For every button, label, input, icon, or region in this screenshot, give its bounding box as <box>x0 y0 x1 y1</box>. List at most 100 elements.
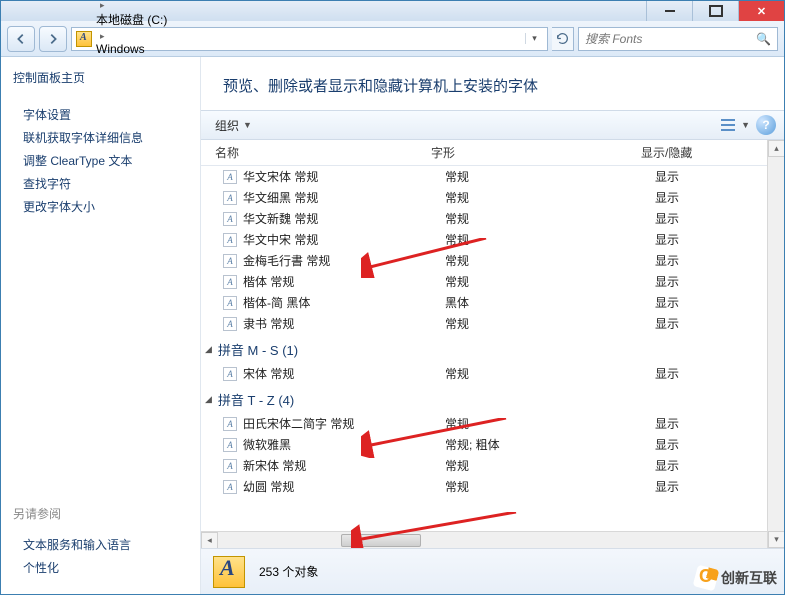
breadcrumb-item[interactable]: 本地磁盘 (C:) <box>96 11 167 28</box>
font-name: 宋体 常规 <box>243 365 445 382</box>
sidebar-link[interactable]: 字体设置 <box>23 106 188 123</box>
nav-toolbar: 计算机▸本地磁盘 (C:)▸Windows▸Fonts▸ ▾ 🔍 <box>1 21 784 57</box>
col-style-header[interactable]: 字形 <box>431 144 641 161</box>
main-pane: 预览、删除或者显示和隐藏计算机上安装的字体 组织 ▼ ▼ ? 名称 <box>201 57 784 594</box>
sidebar-link[interactable]: 联机获取字体详细信息 <box>23 129 188 146</box>
font-file-icon: A <box>223 459 237 473</box>
chevron-down-icon[interactable]: ▼ <box>741 120 750 130</box>
address-dropdown-icon[interactable]: ▾ <box>525 33 543 44</box>
horizontal-scrollbar[interactable]: ◂ ▸ <box>201 531 784 548</box>
maximize-button[interactable] <box>692 1 738 21</box>
font-file-icon: A <box>223 296 237 310</box>
organize-label: 组织 <box>215 117 239 134</box>
page-heading: 预览、删除或者显示和隐藏计算机上安装的字体 <box>201 57 784 110</box>
fonts-window: 计算机▸本地磁盘 (C:)▸Windows▸Fonts▸ ▾ 🔍 控制面板主页 … <box>0 0 785 595</box>
see-also-label: 另请参阅 <box>13 505 188 522</box>
font-file-icon: A <box>223 212 237 226</box>
font-name: 华文细黑 常规 <box>243 189 445 206</box>
font-row[interactable]: A华文中宋 常规常规显示 <box>201 229 784 250</box>
font-style: 黑体 <box>445 294 655 311</box>
group-header[interactable]: ◢拼音 M - S (1) <box>201 334 784 363</box>
font-name: 田氏宋体二简字 常规 <box>243 415 445 432</box>
font-file-icon: A <box>223 317 237 331</box>
font-row[interactable]: A隶书 常规常规显示 <box>201 313 784 334</box>
scroll-down-icon[interactable]: ▾ <box>768 531 784 548</box>
minimize-button[interactable] <box>646 1 692 21</box>
font-style: 常规 <box>445 168 655 185</box>
font-visibility: 显示 <box>655 365 784 382</box>
font-style: 常规 <box>445 457 655 474</box>
sidebar-title: 控制面板主页 <box>13 69 188 86</box>
font-visibility: 显示 <box>655 252 784 269</box>
font-file-icon: A <box>223 417 237 431</box>
font-visibility: 显示 <box>655 273 784 290</box>
nav-forward-button[interactable] <box>39 26 67 52</box>
nav-back-button[interactable] <box>7 26 35 52</box>
search-input[interactable] <box>585 32 756 46</box>
view-mode-button[interactable] <box>717 115 739 135</box>
font-name: 华文新魏 常规 <box>243 210 445 227</box>
watermark-logo-icon <box>695 567 717 589</box>
refresh-button[interactable] <box>552 27 574 51</box>
font-row[interactable]: A幼圆 常规常规显示 <box>201 476 784 497</box>
font-row[interactable]: A华文宋体 常规常规显示 <box>201 166 784 187</box>
scroll-left-icon[interactable]: ◂ <box>201 532 218 548</box>
font-row[interactable]: A华文新魏 常规常规显示 <box>201 208 784 229</box>
font-file-icon: A <box>223 367 237 381</box>
list-toolbar: 组织 ▼ ▼ ? <box>201 110 784 140</box>
status-count: 253 个对象 <box>259 563 318 580</box>
font-row[interactable]: A楷体-简 黑体黑体显示 <box>201 292 784 313</box>
font-row[interactable]: A新宋体 常规常规显示 <box>201 455 784 476</box>
font-row[interactable]: A 楷体 常规常规显示 <box>201 271 784 292</box>
search-icon: 🔍 <box>756 32 771 46</box>
search-box[interactable]: 🔍 <box>578 27 778 51</box>
font-style: 常规 <box>445 273 655 290</box>
view-controls: ▼ ? <box>717 115 776 135</box>
font-style: 常规 <box>445 415 655 432</box>
font-style: 常规 <box>445 210 655 227</box>
font-name: 金梅毛行書 常规 <box>243 252 445 269</box>
font-file-icon: A <box>223 170 237 184</box>
vertical-scrollbar[interactable]: ▴ ▾ <box>767 140 784 548</box>
arrow-left-icon <box>14 32 28 46</box>
font-row[interactable]: A金梅毛行書 常规常规显示 <box>201 250 784 271</box>
font-name: 华文宋体 常规 <box>243 168 445 185</box>
collapse-icon: ◢ <box>205 394 212 405</box>
scroll-up-icon[interactable]: ▴ <box>768 140 784 157</box>
font-row[interactable]: A华文细黑 常规常规显示 <box>201 187 784 208</box>
sidebar: 控制面板主页 字体设置联机获取字体详细信息调整 ClearType 文本查找字符… <box>1 57 201 594</box>
font-row[interactable]: A宋体 常规常规显示 <box>201 363 784 384</box>
font-visibility: 显示 <box>655 231 784 248</box>
sidebar-link[interactable]: 调整 ClearType 文本 <box>23 152 188 169</box>
group-header[interactable]: ◢拼音 T - Z (4) <box>201 384 784 413</box>
font-style: 常规; 粗体 <box>445 436 655 453</box>
font-file-icon: A <box>223 191 237 205</box>
font-file-icon: A <box>223 275 237 289</box>
close-button[interactable] <box>738 1 784 21</box>
help-button[interactable]: ? <box>756 115 776 135</box>
sidebar-link[interactable]: 更改字体大小 <box>23 198 188 215</box>
font-row[interactable]: A田氏宋体二简字 常规常规显示 <box>201 413 784 434</box>
col-show-header[interactable]: 显示/隐藏 <box>641 144 784 161</box>
sidebar-link[interactable]: 文本服务和输入语言 <box>23 536 188 553</box>
font-name: 幼圆 常规 <box>243 478 445 495</box>
scroll-thumb[interactable] <box>341 534 421 547</box>
font-file-icon: A <box>223 254 237 268</box>
font-file-icon: A <box>223 480 237 494</box>
sidebar-link[interactable]: 个性化 <box>23 559 188 576</box>
font-name: 楷体 常规 <box>243 273 445 290</box>
breadcrumb-item[interactable]: Windows <box>96 42 167 56</box>
font-name: 楷体-简 黑体 <box>243 294 445 311</box>
list-body[interactable]: A华文宋体 常规常规显示A华文细黑 常规常规显示A华文新魏 常规常规显示A华文中… <box>201 166 784 531</box>
font-visibility: 显示 <box>655 315 784 332</box>
refresh-icon <box>556 32 569 45</box>
font-name: 新宋体 常规 <box>243 457 445 474</box>
list-view-icon <box>721 119 735 131</box>
font-visibility: 显示 <box>655 189 784 206</box>
address-bar[interactable]: 计算机▸本地磁盘 (C:)▸Windows▸Fonts▸ ▾ <box>71 27 548 51</box>
organize-button[interactable]: 组织 ▼ <box>209 115 258 136</box>
sidebar-link[interactable]: 查找字符 <box>23 175 188 192</box>
watermark-text: 创新互联 <box>721 568 777 588</box>
font-row[interactable]: A微软雅黑常规; 粗体显示 <box>201 434 784 455</box>
col-name-header[interactable]: 名称 <box>201 144 431 161</box>
